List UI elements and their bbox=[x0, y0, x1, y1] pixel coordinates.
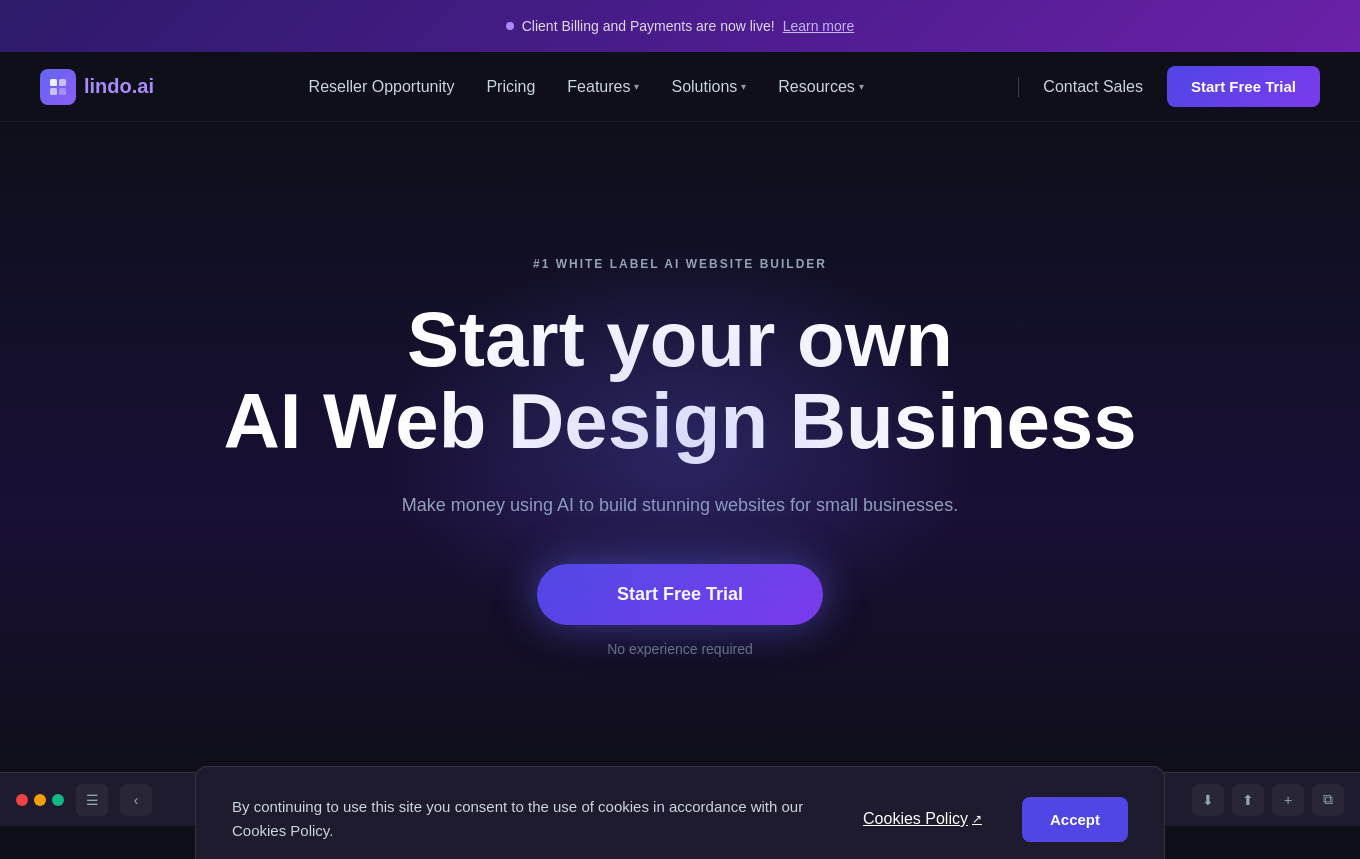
add-icon: + bbox=[1284, 792, 1292, 808]
hero-cta-button[interactable]: Start Free Trial bbox=[537, 564, 823, 625]
copy-icon: ⧉ bbox=[1323, 791, 1333, 808]
hero-subtitle: Make money using AI to build stunning we… bbox=[402, 491, 958, 520]
browser-maximize-dot[interactable] bbox=[52, 794, 64, 806]
browser-back-button[interactable]: ‹ bbox=[120, 784, 152, 816]
nav-features[interactable]: Features ▾ bbox=[567, 78, 639, 96]
browser-copy-button[interactable]: ⧉ bbox=[1312, 784, 1344, 816]
cookie-policy-link[interactable]: Cookies Policy bbox=[863, 810, 982, 828]
hero-sub-note: No experience required bbox=[607, 641, 753, 657]
nav-reseller[interactable]: Reseller Opportunity bbox=[309, 78, 455, 96]
logo[interactable]: lindo.ai bbox=[40, 69, 154, 105]
nav-solutions-label: Solutions bbox=[671, 78, 737, 96]
back-icon: ‹ bbox=[134, 792, 139, 808]
navbar: lindo.ai Reseller Opportunity Pricing Fe… bbox=[0, 52, 1360, 122]
browser-action-icons: ⬇ ⬆ + ⧉ bbox=[1192, 784, 1344, 816]
svg-rect-1 bbox=[59, 79, 66, 86]
cookie-accept-button[interactable]: Accept bbox=[1022, 797, 1128, 842]
browser-download-button[interactable]: ⬇ bbox=[1192, 784, 1224, 816]
browser-traffic-lights bbox=[16, 794, 64, 806]
download-icon: ⬇ bbox=[1202, 792, 1214, 808]
nav-divider bbox=[1018, 77, 1019, 97]
browser-share-button[interactable]: ⬆ bbox=[1232, 784, 1264, 816]
hero-title: Start your own AI Web Design Business bbox=[223, 299, 1136, 463]
resources-chevron-icon: ▾ bbox=[859, 81, 864, 92]
announcement-message: Client Billing and Payments are now live… bbox=[522, 18, 775, 34]
browser-add-button[interactable]: + bbox=[1272, 784, 1304, 816]
logo-icon bbox=[40, 69, 76, 105]
nav-resources[interactable]: Resources ▾ bbox=[778, 78, 863, 96]
browser-minimize-dot[interactable] bbox=[34, 794, 46, 806]
announcement-bar: Client Billing and Payments are now live… bbox=[0, 0, 1360, 52]
nav-right: Contact Sales Start Free Trial bbox=[1018, 66, 1320, 107]
logo-name-accent: .ai bbox=[132, 75, 154, 97]
nav-cta-button[interactable]: Start Free Trial bbox=[1167, 66, 1320, 107]
hero-title-line2: AI Web Design Business bbox=[223, 377, 1136, 465]
browser-sidebar-button[interactable]: ☰ bbox=[76, 784, 108, 816]
solutions-chevron-icon: ▾ bbox=[741, 81, 746, 92]
features-chevron-icon: ▾ bbox=[634, 81, 639, 92]
nav-solutions[interactable]: Solutions ▾ bbox=[671, 78, 746, 96]
learn-more-link[interactable]: Learn more bbox=[783, 18, 855, 34]
announcement-dot bbox=[506, 22, 514, 30]
logo-text: lindo.ai bbox=[84, 75, 154, 98]
browser-close-dot[interactable] bbox=[16, 794, 28, 806]
cookie-message-text: By continuing to use this site you conse… bbox=[232, 798, 803, 839]
cookie-message: By continuing to use this site you conse… bbox=[232, 795, 823, 843]
hero-section: #1 WHITE LABEL AI WEBSITE BUILDER Start … bbox=[0, 122, 1360, 772]
contact-sales-link[interactable]: Contact Sales bbox=[1043, 78, 1143, 96]
share-icon: ⬆ bbox=[1242, 792, 1254, 808]
hero-title-line1: Start your own bbox=[407, 295, 953, 383]
logo-name-main: lindo bbox=[84, 75, 132, 97]
cookie-banner: By continuing to use this site you conse… bbox=[195, 766, 1165, 859]
hero-badge: #1 WHITE LABEL AI WEBSITE BUILDER bbox=[533, 257, 827, 271]
nav-features-label: Features bbox=[567, 78, 630, 96]
svg-rect-3 bbox=[59, 88, 66, 95]
sidebar-icon: ☰ bbox=[86, 792, 99, 808]
nav-resources-label: Resources bbox=[778, 78, 854, 96]
svg-rect-0 bbox=[50, 79, 57, 86]
nav-pricing[interactable]: Pricing bbox=[486, 78, 535, 96]
svg-rect-2 bbox=[50, 88, 57, 95]
nav-links: Reseller Opportunity Pricing Features ▾ … bbox=[309, 78, 864, 96]
